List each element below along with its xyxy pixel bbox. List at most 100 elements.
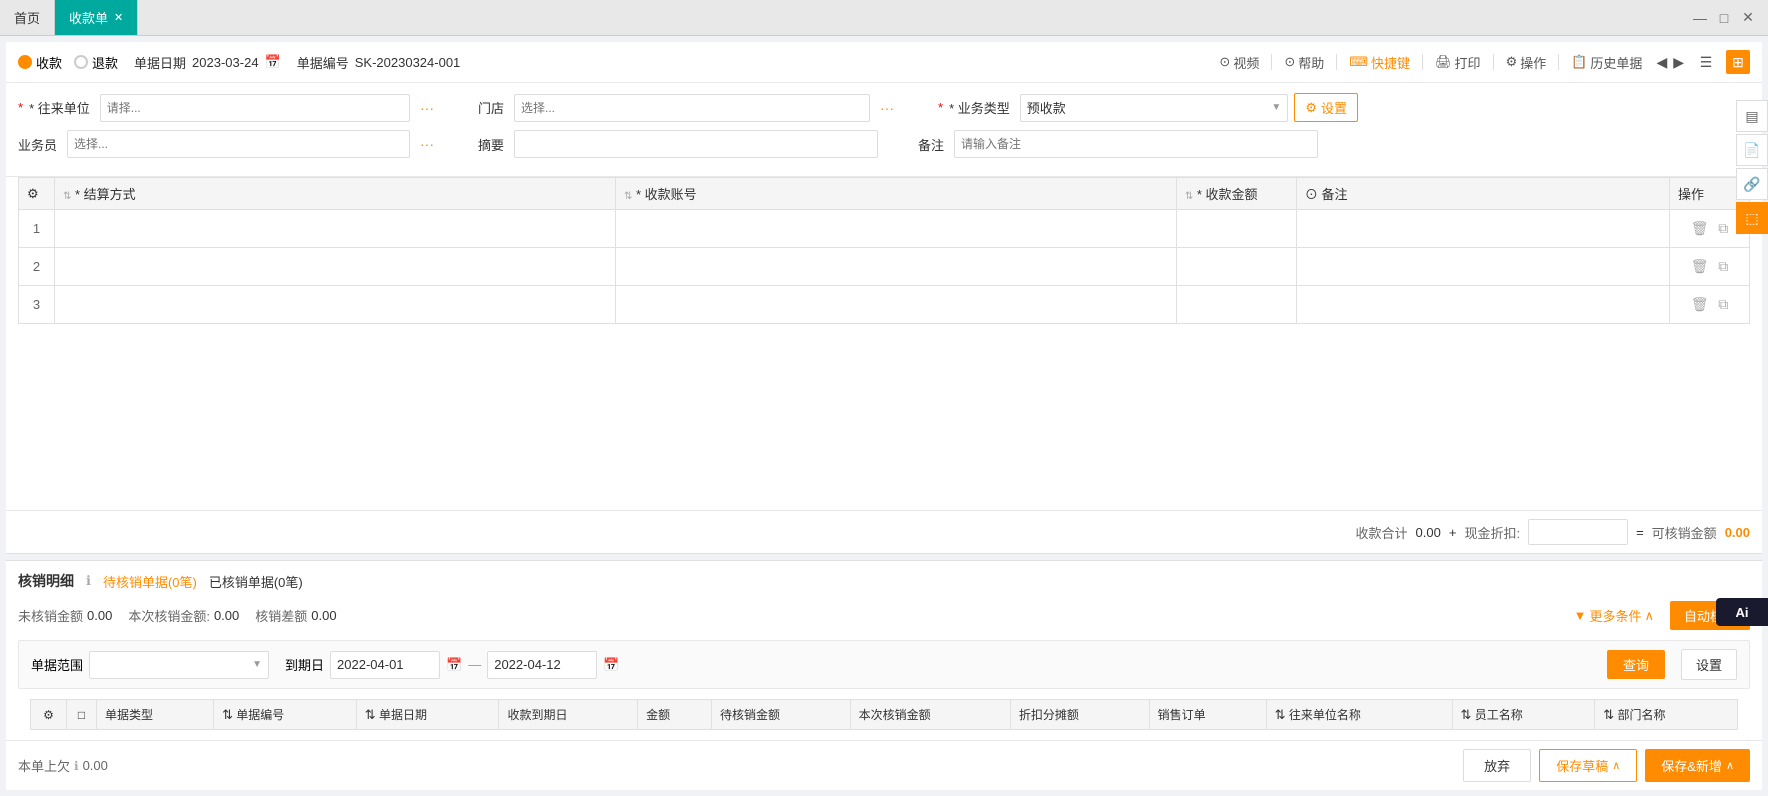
view-list-btn[interactable]: ☰ — [1694, 50, 1718, 74]
footer-info-icon: ℹ — [74, 759, 79, 773]
store-input[interactable] — [514, 94, 870, 122]
tab-close-icon[interactable]: ✕ — [114, 11, 123, 24]
form-footer: 本单上欠 ℹ 0.00 放弃 保存草稿 ∧ 保存&新增 ∧ — [6, 740, 1762, 790]
save-btn[interactable]: 保存&新增 ∧ — [1645, 749, 1750, 782]
nav-next[interactable]: ▶ — [1671, 54, 1686, 71]
row-2-copy-icon[interactable]: ⧉ — [1715, 258, 1731, 274]
counterparty-field: * * 往来单位 ··· — [18, 94, 438, 122]
history-btn[interactable]: 📋 历史单据 — [1567, 51, 1646, 74]
counterparty-input[interactable] — [100, 94, 410, 122]
minimize-btn[interactable]: — — [1692, 10, 1708, 26]
row-2-settlement[interactable] — [55, 248, 616, 286]
store-field: 门店 ··· — [478, 94, 898, 122]
row-3-amount[interactable] — [1176, 286, 1296, 324]
ai-badge[interactable]: Ai — [1716, 598, 1768, 626]
row-2-note[interactable] — [1296, 248, 1669, 286]
draft-btn[interactable]: 保存草稿 ∧ — [1539, 749, 1637, 782]
row-1-copy-icon[interactable]: ⧉ — [1715, 220, 1731, 236]
salesperson-more-btn[interactable]: ··· — [416, 136, 438, 152]
bill-date-cal-icon[interactable]: 📅 — [265, 54, 281, 70]
row-2-account[interactable] — [615, 248, 1176, 286]
date-end-input[interactable]: 2022-04-12 — [487, 651, 597, 679]
row-2-delete-icon[interactable]: 🗑 — [1688, 258, 1712, 274]
date-start-value: 2022-04-01 — [337, 657, 404, 672]
row-2-num: 2 — [19, 248, 55, 286]
filter-settings-btn[interactable]: 设置 — [1681, 649, 1737, 680]
bt-sort-partner: ⇅ — [1275, 707, 1286, 722]
date-end-cal-icon[interactable]: 📅 — [603, 657, 619, 673]
row-3-ops: 🗑 ⧉ — [1670, 286, 1750, 324]
shortcut-label: 快捷键 — [1371, 53, 1410, 72]
row-3-note[interactable] — [1296, 286, 1669, 324]
row-1-note[interactable] — [1296, 210, 1669, 248]
footer-info-label: 本单上欠 — [18, 756, 70, 775]
ops-btn[interactable]: ⚙ 操作 — [1502, 51, 1551, 74]
note-input[interactable] — [954, 130, 1318, 158]
divider1 — [1271, 54, 1272, 70]
filter-icon: ▼ — [1574, 608, 1587, 623]
help-btn[interactable]: ⊙ 帮助 — [1280, 51, 1328, 74]
right-panel: ▤ 📄 🔗 ⬚ — [1736, 100, 1768, 234]
bt-col-staff: ⇅ 员工名称 — [1452, 700, 1595, 730]
radio-receipt[interactable]: 收款 — [18, 53, 62, 72]
abandon-btn[interactable]: 放弃 — [1463, 749, 1531, 782]
radio-refund-circle — [74, 55, 88, 69]
row-3-delete-icon[interactable]: 🗑 — [1688, 296, 1712, 312]
date-start-cal-icon[interactable]: 📅 — [446, 657, 462, 673]
right-panel-doc-icon[interactable]: 📄 — [1736, 134, 1768, 166]
help-label: 帮助 — [1298, 53, 1324, 72]
bt-col-gear[interactable]: ⚙ — [31, 700, 67, 730]
settings-button[interactable]: ⚙ 设置 — [1294, 93, 1358, 122]
col-amount: ⇅ * 收款金额 — [1176, 178, 1296, 210]
right-panel-table-icon[interactable]: ▤ — [1736, 100, 1768, 132]
range-select-arrow: ▼ — [252, 659, 262, 670]
row-3-settlement[interactable] — [55, 286, 616, 324]
business-type-field: * * 业务类型 预收款 ▼ ⚙ 设置 — [938, 93, 1358, 122]
tab-home[interactable]: 首页 — [0, 0, 55, 35]
summary-input[interactable] — [514, 130, 878, 158]
row-3-copy-icon[interactable]: ⧉ — [1715, 296, 1731, 312]
right-panel-expand-icon[interactable]: ⬚ — [1736, 202, 1768, 234]
bt-sort-staff: ⇅ — [1461, 707, 1472, 722]
filter-more-label: 更多条件 — [1589, 606, 1641, 625]
col-settlement-sort-icon: ⇅ — [63, 191, 71, 202]
counterparty-more-btn[interactable]: ··· — [416, 100, 438, 116]
table-gear-header[interactable]: ⚙ — [19, 178, 55, 210]
bt-col-date: ⇅ 单据日期 — [356, 700, 499, 730]
video-btn[interactable]: ⊙ 视频 — [1215, 51, 1263, 74]
print-btn[interactable]: 🖨 打印 — [1431, 51, 1485, 74]
tab-receipt-label: 收款单 — [69, 8, 108, 27]
row-1-account[interactable] — [615, 210, 1176, 248]
row-1-delete-icon[interactable]: 🗑 — [1688, 220, 1712, 236]
close-btn[interactable]: ✕ — [1740, 10, 1756, 26]
range-select[interactable]: ▼ — [89, 651, 269, 679]
view-grid-btn[interactable]: ⊞ — [1726, 50, 1750, 74]
date-start-input[interactable]: 2022-04-01 — [330, 651, 440, 679]
radio-refund[interactable]: 退款 — [74, 53, 118, 72]
maximize-btn[interactable]: □ — [1716, 10, 1732, 26]
bt-col-check[interactable]: □ — [67, 700, 97, 730]
tab-home-label: 首页 — [14, 8, 40, 27]
query-btn[interactable]: 查询 — [1607, 650, 1665, 679]
col-settlement-label: * 结算方式 — [75, 187, 136, 202]
filter-more-btn[interactable]: ▼ 更多条件 ∧ — [1574, 606, 1654, 625]
diff-value: 0.00 — [311, 608, 336, 623]
row-3-account[interactable] — [615, 286, 1176, 324]
salesperson-input[interactable] — [67, 130, 410, 158]
footer-btns: 放弃 保存草稿 ∧ 保存&新增 ∧ — [1463, 749, 1750, 782]
tab-receipt[interactable]: 收款单 ✕ — [55, 0, 138, 35]
row-1-settlement[interactable] — [55, 210, 616, 248]
row-1-amount[interactable] — [1176, 210, 1296, 248]
shortcut-btn[interactable]: ⌨ 快捷键 — [1345, 51, 1414, 74]
nav-prev[interactable]: ◀ — [1654, 54, 1669, 71]
done-tab[interactable]: 已核销单据(0笔) — [209, 572, 303, 591]
pending-tab[interactable]: 待核销单据(0笔) — [103, 572, 197, 591]
biz-select[interactable]: 预收款 ▼ — [1020, 94, 1289, 122]
gear-icon: ⚙ — [1305, 100, 1317, 116]
store-more-btn[interactable]: ··· — [876, 100, 898, 116]
writeoff-info-icon[interactable]: ℹ — [86, 573, 91, 589]
equals-sign: = — [1636, 525, 1644, 540]
right-panel-link-icon[interactable]: 🔗 — [1736, 168, 1768, 200]
cash-discount-input[interactable] — [1528, 519, 1628, 545]
row-2-amount[interactable] — [1176, 248, 1296, 286]
